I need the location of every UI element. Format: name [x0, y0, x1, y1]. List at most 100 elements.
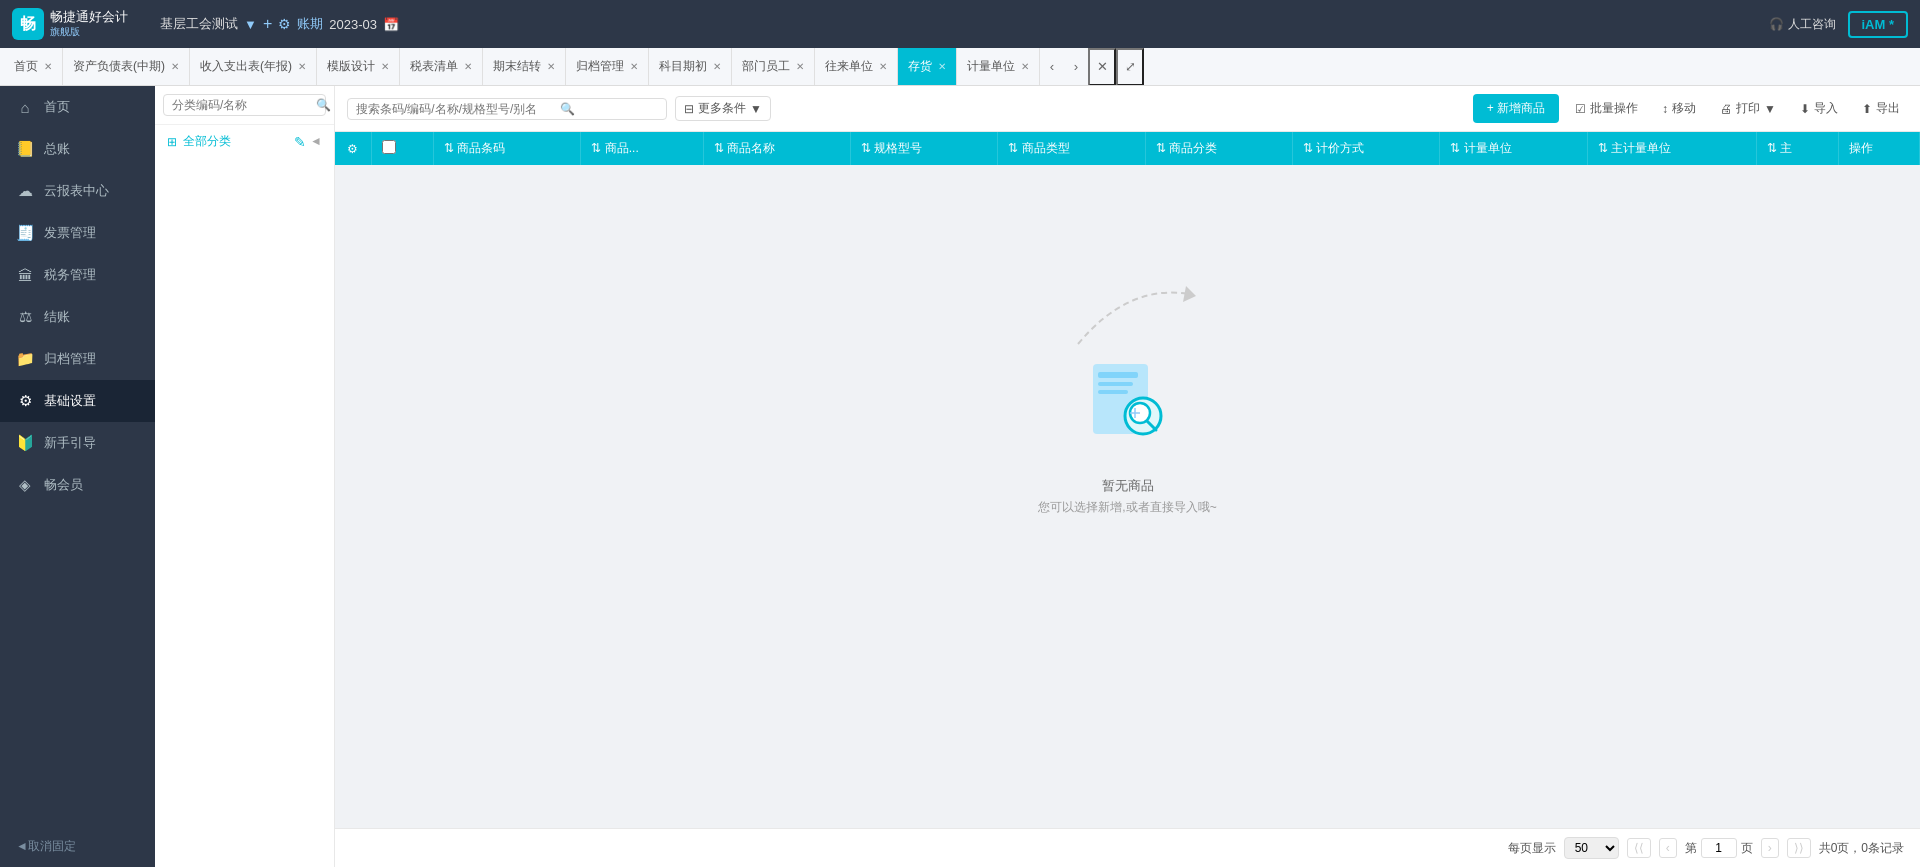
home-icon: ⌂	[16, 99, 34, 116]
tab-subject[interactable]: 科目期初 ✕	[649, 48, 732, 86]
svg-rect-3	[1098, 382, 1133, 386]
account-dropdown-icon[interactable]: ▼	[244, 17, 257, 32]
print-button[interactable]: 🖨 打印 ▼	[1712, 96, 1784, 121]
sidebar-item-member[interactable]: ◈ 畅会员	[0, 464, 155, 506]
tab-partner-close[interactable]: ✕	[879, 61, 887, 72]
page-number-input[interactable]	[1701, 838, 1737, 858]
col-category[interactable]: ⇅ 商品分类	[1145, 132, 1292, 165]
tab-unit[interactable]: 计量单位 ✕	[957, 48, 1040, 86]
first-page-button[interactable]: ⟨⟨	[1627, 838, 1651, 858]
iam-button[interactable]: iAM *	[1848, 11, 1909, 38]
empty-document-icon	[1078, 354, 1178, 454]
tab-inventory-label: 存货	[908, 58, 932, 75]
all-categories-item[interactable]: ⊞ 全部分类 ✎ ◄	[155, 125, 334, 158]
sidebar-item-ledger[interactable]: 📒 总账	[0, 128, 155, 170]
cancel-fixed-button[interactable]: ◄取消固定	[0, 826, 155, 867]
sidebar-item-basic[interactable]: ⚙ 基础设置	[0, 380, 155, 422]
import-button[interactable]: ⬇ 导入	[1792, 96, 1846, 121]
new-product-button[interactable]: + 新增商品	[1473, 94, 1559, 123]
empty-state: 暂无商品 您可以选择新增,或者直接导入哦~	[335, 165, 1920, 615]
col-pricing[interactable]: ⇅ 计价方式	[1293, 132, 1440, 165]
tab-income[interactable]: 收入支出表(年报) ✕	[190, 48, 317, 86]
tab-template[interactable]: 模版设计 ✕	[317, 48, 400, 86]
right-content: 🔍 ⊟ 更多条件 ▼ + 新增商品 ☑ 批量操作	[335, 86, 1920, 867]
sidebar-item-reports[interactable]: ☁ 云报表中心	[0, 170, 155, 212]
sidebar-item-invoice[interactable]: 🧾 发票管理	[0, 212, 155, 254]
col-barcode[interactable]: ⇅ 商品条码	[434, 132, 581, 165]
member-icon: ◈	[16, 476, 34, 494]
select-all-checkbox[interactable]	[382, 140, 396, 154]
tab-balance-close[interactable]: ✕	[171, 61, 179, 72]
collapse-panel-icon[interactable]: ◄	[310, 134, 322, 150]
tab-dept[interactable]: 部门员工 ✕	[732, 48, 815, 86]
add-tab-button[interactable]: +	[263, 15, 272, 33]
export-button[interactable]: ⬆ 导出	[1854, 96, 1908, 121]
move-label: 移动	[1672, 100, 1696, 117]
tab-unit-close[interactable]: ✕	[1021, 61, 1029, 72]
tab-dept-close[interactable]: ✕	[796, 61, 804, 72]
more-filter-button[interactable]: ⊟ 更多条件 ▼	[675, 96, 771, 121]
tab-home[interactable]: 首页 ✕	[4, 48, 63, 86]
customer-service-button[interactable]: 🎧 人工咨询	[1769, 16, 1836, 33]
tab-prev-button[interactable]: ‹	[1040, 48, 1064, 86]
tab-home-label: 首页	[14, 58, 38, 75]
tab-close-all-button[interactable]: ✕	[1088, 48, 1116, 86]
batch-operation-button[interactable]: ☑ 批量操作	[1567, 96, 1646, 121]
tab-template-close[interactable]: ✕	[381, 61, 389, 72]
tab-dept-label: 部门员工	[742, 58, 790, 75]
sidebar-label-reports: 云报表中心	[44, 182, 109, 200]
sidebar-item-close[interactable]: ⚖ 结账	[0, 296, 155, 338]
left-panel: 🔍 ⊞ 全部分类 ✎ ◄	[155, 86, 335, 867]
col-spec[interactable]: ⇅ 规格型号	[851, 132, 998, 165]
col-main-unit[interactable]: ⇅ 主计量单位	[1587, 132, 1756, 165]
col-code[interactable]: ⇅ 商品...	[581, 132, 703, 165]
tab-taxclear-label: 税表清单	[410, 58, 458, 75]
tab-home-close[interactable]: ✕	[44, 61, 52, 72]
guide-icon: 🔰	[16, 434, 34, 452]
tab-next-button[interactable]: ›	[1064, 48, 1088, 86]
tab-income-close[interactable]: ✕	[298, 61, 306, 72]
tab-taxclear[interactable]: 税表清单 ✕	[400, 48, 483, 86]
col-checkbox[interactable]	[371, 132, 434, 165]
calendar-icon[interactable]: 📅	[383, 17, 399, 32]
tab-yearend[interactable]: 期末结转 ✕	[483, 48, 566, 86]
per-page-select[interactable]: 50 10 20 100	[1564, 837, 1619, 859]
sidebar-item-tax[interactable]: 🏛 税务管理	[0, 254, 155, 296]
move-button[interactable]: ↕ 移动	[1654, 96, 1704, 121]
last-page-button[interactable]: ⟩⟩	[1787, 838, 1811, 858]
settings-icon[interactable]: ⚙	[278, 16, 291, 32]
tab-archive-close[interactable]: ✕	[630, 61, 638, 72]
tab-archive[interactable]: 归档管理 ✕	[566, 48, 649, 86]
col-unit[interactable]: ⇅ 计量单位	[1440, 132, 1587, 165]
product-search-icon[interactable]: 🔍	[560, 102, 575, 116]
col-name[interactable]: ⇅ 商品名称	[703, 132, 850, 165]
tab-subject-close[interactable]: ✕	[713, 61, 721, 72]
col-settings[interactable]: ⚙	[335, 132, 371, 165]
tab-partner[interactable]: 往来单位 ✕	[815, 48, 898, 86]
tab-yearend-close[interactable]: ✕	[547, 61, 555, 72]
empty-text: 暂无商品	[1102, 477, 1154, 495]
next-page-button[interactable]: ›	[1761, 838, 1779, 858]
tab-unit-label: 计量单位	[967, 58, 1015, 75]
batch-label: 批量操作	[1590, 100, 1638, 117]
product-search-input[interactable]	[356, 102, 556, 116]
tab-inventory-close[interactable]: ✕	[938, 61, 946, 72]
edit-category-icon[interactable]: ✎	[294, 134, 306, 150]
category-search-input[interactable]	[172, 98, 312, 112]
tab-bar: 首页 ✕ 资产负债表(中期) ✕ 收入支出表(年报) ✕ 模版设计 ✕ 税表清单…	[0, 48, 1920, 86]
tab-expand-button[interactable]: ⤢	[1116, 48, 1144, 86]
tab-taxclear-close[interactable]: ✕	[464, 61, 472, 72]
col-type[interactable]: ⇅ 商品类型	[998, 132, 1145, 165]
tab-balance[interactable]: 资产负债表(中期) ✕	[63, 48, 190, 86]
sidebar-label-close: 结账	[44, 308, 70, 326]
col-extra[interactable]: ⇅ 主	[1756, 132, 1839, 165]
tab-partner-label: 往来单位	[825, 58, 873, 75]
category-search-icon[interactable]: 🔍	[316, 98, 331, 112]
tab-inventory[interactable]: 存货 ✕	[898, 48, 957, 86]
table-gear-icon[interactable]: ⚙	[347, 142, 358, 156]
sidebar-label-basic: 基础设置	[44, 392, 96, 410]
prev-page-button[interactable]: ‹	[1659, 838, 1677, 858]
sidebar-item-guide[interactable]: 🔰 新手引导	[0, 422, 155, 464]
sidebar-item-home[interactable]: ⌂ 首页	[0, 86, 155, 128]
sidebar-item-archive[interactable]: 📁 归档管理	[0, 338, 155, 380]
